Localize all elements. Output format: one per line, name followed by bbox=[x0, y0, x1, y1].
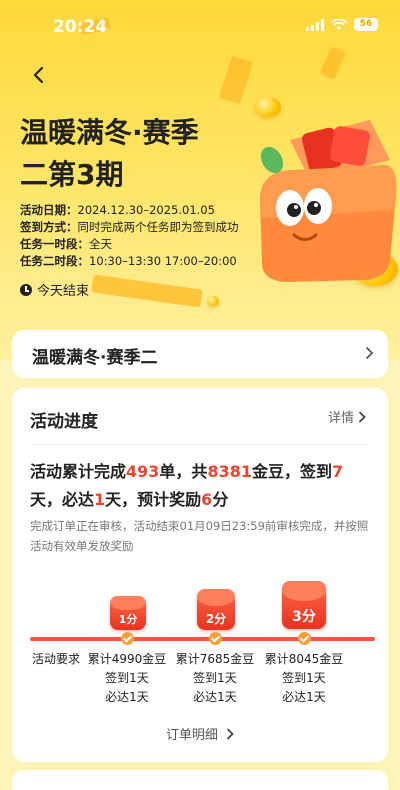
end-time-text: 今天结束 bbox=[37, 284, 90, 299]
expected-reward: 6 bbox=[201, 490, 213, 509]
info-row: 签到方式：同时完成两个任务即为签到成功 bbox=[20, 219, 239, 236]
order-details-link[interactable]: 订单明细 bbox=[12, 724, 388, 743]
guaranteed-days: 1 bbox=[94, 490, 106, 509]
summary-text: 单，共 bbox=[159, 462, 208, 481]
stage-2: 累计7685金豆 签到1天 必达1天 bbox=[170, 650, 260, 707]
summary-text: 天，必达 bbox=[30, 490, 95, 509]
page-title: 温暖满冬·赛季二第3期 bbox=[20, 116, 199, 191]
info-label: 任务二时段： bbox=[20, 254, 89, 268]
info-value: 同时完成两个任务即为签到成功 bbox=[77, 220, 239, 234]
summary-text: 金豆，签到 bbox=[251, 462, 332, 481]
signin-days: 7 bbox=[331, 462, 344, 481]
details-link[interactable]: 详情 bbox=[328, 407, 366, 426]
info-row: 任务一时段：全天 bbox=[20, 236, 239, 253]
activity-info: 活动日期：2024.12.30–2025.01.05 签到方式：同时完成两个任务… bbox=[20, 202, 239, 270]
chevron-left-icon bbox=[33, 66, 44, 84]
season-card[interactable]: 温暖满冬·赛季二 bbox=[12, 330, 388, 378]
status-bar: 20:24 56 bbox=[0, 0, 400, 50]
reward-value: 2分 bbox=[205, 612, 227, 626]
reward-value: 3分 bbox=[292, 609, 316, 625]
reward-packet-3: 3分 bbox=[282, 581, 326, 629]
next-card-peek bbox=[12, 770, 388, 790]
stage-guaranteed: 必达1天 bbox=[282, 690, 326, 704]
info-value: 10:30–13:30 17:00–20:00 bbox=[89, 254, 237, 268]
chevron-right-icon bbox=[227, 728, 234, 740]
decor-strip bbox=[319, 46, 347, 80]
info-value: 全天 bbox=[89, 237, 112, 251]
summary-text: 天，预计奖励 bbox=[105, 490, 202, 509]
progress-title: 活动进度 bbox=[30, 412, 98, 432]
signal-icon bbox=[306, 18, 324, 31]
back-button[interactable] bbox=[26, 62, 52, 88]
details-link-label: 详情 bbox=[327, 411, 354, 426]
coin-icon bbox=[207, 296, 219, 306]
stage-beans: 累计7685金豆 bbox=[175, 652, 255, 666]
status-time: 20:24 bbox=[53, 17, 108, 37]
stage-beans: 累计4990金豆 bbox=[87, 652, 167, 666]
beans-count: 8381 bbox=[207, 462, 252, 481]
stage-guaranteed: 必达1天 bbox=[193, 690, 237, 704]
progress-summary: 活动累计完成493单，共8381金豆，签到7 天，必达1天，预计奖励6分 bbox=[30, 458, 375, 514]
orders-count: 493 bbox=[126, 462, 160, 481]
requirement-label: 活动要求 bbox=[31, 652, 80, 666]
review-note: 完成订单正在审核，活动结束01月09日23:59前审核完成，并按照活动有效单发放… bbox=[30, 519, 369, 553]
stage-3: 累计8045金豆 签到1天 必达1天 bbox=[259, 650, 349, 707]
stage-1: 累计4990金豆 签到1天 必达1天 bbox=[82, 650, 172, 707]
stage-signin: 签到1天 bbox=[105, 671, 149, 685]
stage-beans: 累计8045金豆 bbox=[264, 652, 344, 666]
chevron-right-icon bbox=[366, 347, 374, 359]
season-card-label: 温暖满冬·赛季二 bbox=[32, 348, 158, 368]
info-label: 签到方式： bbox=[20, 220, 78, 234]
summary-text: 活动累计完成 bbox=[30, 462, 127, 481]
decor-strip bbox=[218, 55, 254, 105]
decor-strip bbox=[91, 274, 203, 308]
check-icon bbox=[209, 632, 222, 645]
info-row: 活动日期：2024.12.30–2025.01.05 bbox=[20, 202, 239, 219]
clock-icon bbox=[20, 283, 32, 296]
reward-packet-1: 1分 bbox=[110, 596, 146, 630]
reward-value: 1分 bbox=[118, 613, 138, 626]
order-details-label: 订单明细 bbox=[165, 728, 218, 743]
reward-packet-2: 2分 bbox=[197, 589, 235, 630]
info-label: 活动日期： bbox=[20, 203, 78, 217]
info-label: 任务一时段： bbox=[20, 237, 89, 251]
check-icon bbox=[298, 632, 311, 645]
wifi-icon bbox=[331, 18, 347, 30]
check-icon bbox=[121, 632, 134, 645]
stage-guaranteed: 必达1天 bbox=[105, 690, 149, 704]
summary-text: 分 bbox=[212, 490, 229, 509]
divider bbox=[30, 444, 370, 445]
info-row: 任务二时段：10:30–13:30 17:00–20:00 bbox=[20, 253, 239, 270]
progress-track bbox=[30, 637, 375, 641]
info-value: 2024.12.30–2025.01.05 bbox=[77, 203, 215, 217]
battery-icon: 56 bbox=[354, 18, 378, 31]
activity-progress-card: 活动进度 详情 活动累计完成493单，共8381金豆，签到7 天，必达1天，预计奖… bbox=[12, 388, 388, 762]
stage-signin: 签到1天 bbox=[193, 671, 237, 685]
end-time-badge: 今天结束 bbox=[20, 280, 89, 299]
chevron-right-icon bbox=[359, 411, 366, 422]
stage-signin: 签到1天 bbox=[282, 671, 326, 685]
mascot-gift-box-illustration bbox=[260, 120, 397, 282]
